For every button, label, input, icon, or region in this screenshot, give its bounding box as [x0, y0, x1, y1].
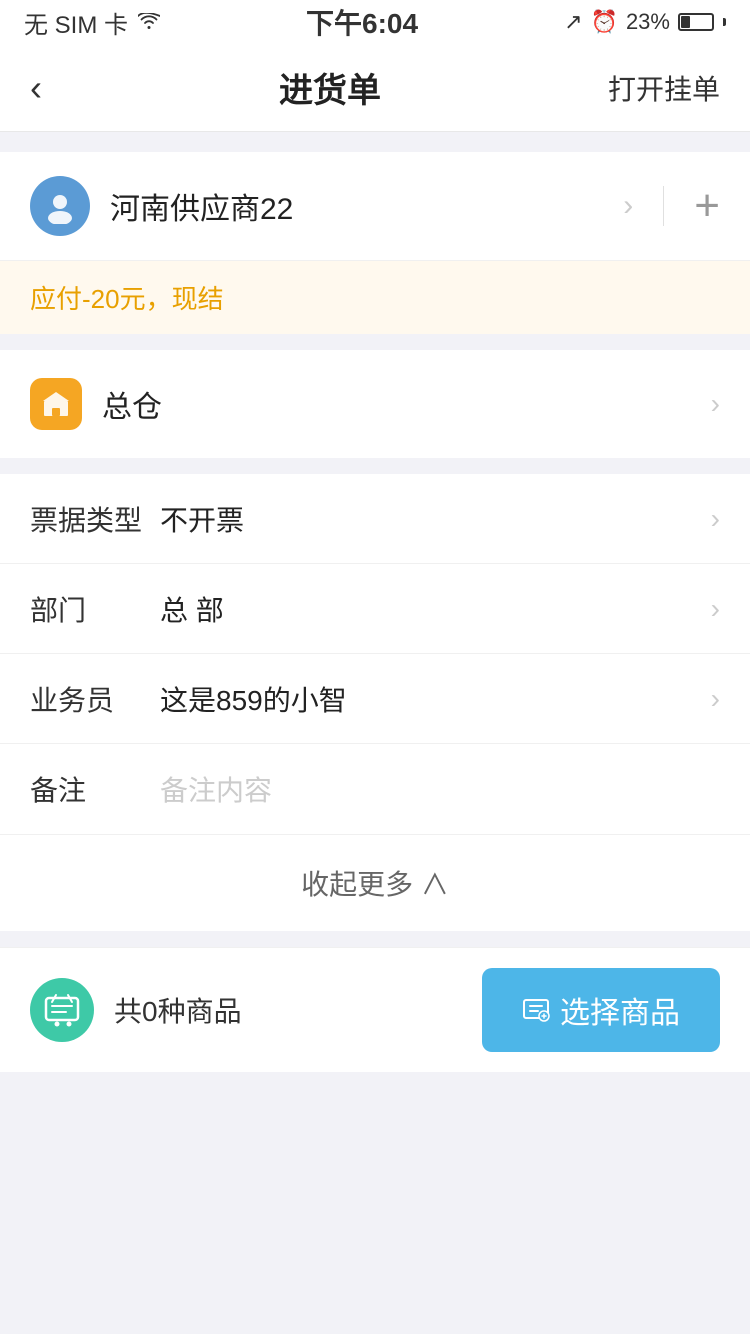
- department-chevron-icon: ›: [711, 593, 720, 625]
- remark-row[interactable]: 备注 备注内容: [0, 744, 750, 834]
- location-icon: ↗: [564, 9, 582, 35]
- gap-3: [0, 931, 750, 947]
- form-section: 票据类型 不开票 › 部门 总 部 › 业务员 这是859的小智 › 备注 备注…: [0, 474, 750, 834]
- nav-bar: ‹ 进货单 打开挂单: [0, 44, 750, 132]
- supplier-name: 河南供应商22: [110, 184, 623, 228]
- invoice-type-label: 票据类型: [30, 499, 150, 539]
- status-right: ↗ ⏰ 23%: [564, 9, 726, 35]
- gap-1: [0, 334, 750, 350]
- open-pending-button[interactable]: 打开挂单: [608, 68, 720, 108]
- remark-label: 备注: [30, 769, 150, 809]
- bottom-bar: 共0种商品 选择商品: [0, 947, 750, 1072]
- invoice-type-row[interactable]: 票据类型 不开票 ›: [0, 474, 750, 564]
- status-time: 下午6:04: [306, 2, 418, 42]
- supplier-avatar: [30, 176, 90, 236]
- department-value: 总 部: [150, 589, 711, 629]
- gap-2: [0, 458, 750, 474]
- warehouse-chevron-icon: ›: [711, 388, 720, 420]
- warning-text: 应付-20元，现结: [30, 284, 224, 314]
- wifi-icon: [138, 8, 160, 36]
- warehouse-row[interactable]: 总仓 ›: [0, 350, 750, 458]
- invoice-type-chevron-icon: ›: [711, 503, 720, 535]
- select-product-button[interactable]: 选择商品: [482, 968, 720, 1052]
- warning-banner: 应付-20元，现结: [0, 261, 750, 334]
- department-row[interactable]: 部门 总 部 ›: [0, 564, 750, 654]
- select-btn-label: 选择商品: [560, 988, 680, 1032]
- no-sim-label: 无 SIM 卡: [24, 5, 128, 40]
- status-left: 无 SIM 卡: [24, 5, 160, 40]
- battery-label: 23%: [626, 9, 670, 35]
- salesperson-label: 业务员: [30, 679, 150, 719]
- alarm-icon: ⏰: [591, 9, 618, 35]
- supplier-row[interactable]: 河南供应商22 › +: [0, 152, 750, 261]
- battery-icon: [678, 13, 714, 31]
- battery-tip: [723, 18, 726, 26]
- cart-icon-wrap: [30, 978, 94, 1042]
- gap-top: [0, 132, 750, 152]
- collapse-button[interactable]: 收起更多 ∧: [0, 834, 750, 931]
- warehouse-section: 总仓 ›: [0, 350, 750, 458]
- product-count: 共0种商品: [114, 990, 482, 1030]
- supplier-section: 河南供应商22 › + 应付-20元，现结: [0, 152, 750, 334]
- add-supplier-button[interactable]: +: [694, 184, 720, 228]
- collapse-label: 收起更多 ∧: [301, 869, 449, 900]
- back-button[interactable]: ‹: [20, 57, 52, 119]
- salesperson-value: 这是859的小智: [150, 679, 711, 719]
- invoice-type-value: 不开票: [150, 499, 711, 539]
- remark-placeholder: 备注内容: [150, 769, 720, 809]
- salesperson-row[interactable]: 业务员 这是859的小智 ›: [0, 654, 750, 744]
- warehouse-icon-wrap: [30, 378, 82, 430]
- supplier-chevron-icon: ›: [623, 189, 633, 223]
- salesperson-chevron-icon: ›: [711, 683, 720, 715]
- warehouse-name: 总仓: [102, 382, 711, 426]
- divider: [663, 186, 664, 226]
- department-label: 部门: [30, 589, 150, 629]
- page-title: 进货单: [279, 63, 381, 112]
- status-bar: 无 SIM 卡 下午6:04 ↗ ⏰ 23%: [0, 0, 750, 44]
